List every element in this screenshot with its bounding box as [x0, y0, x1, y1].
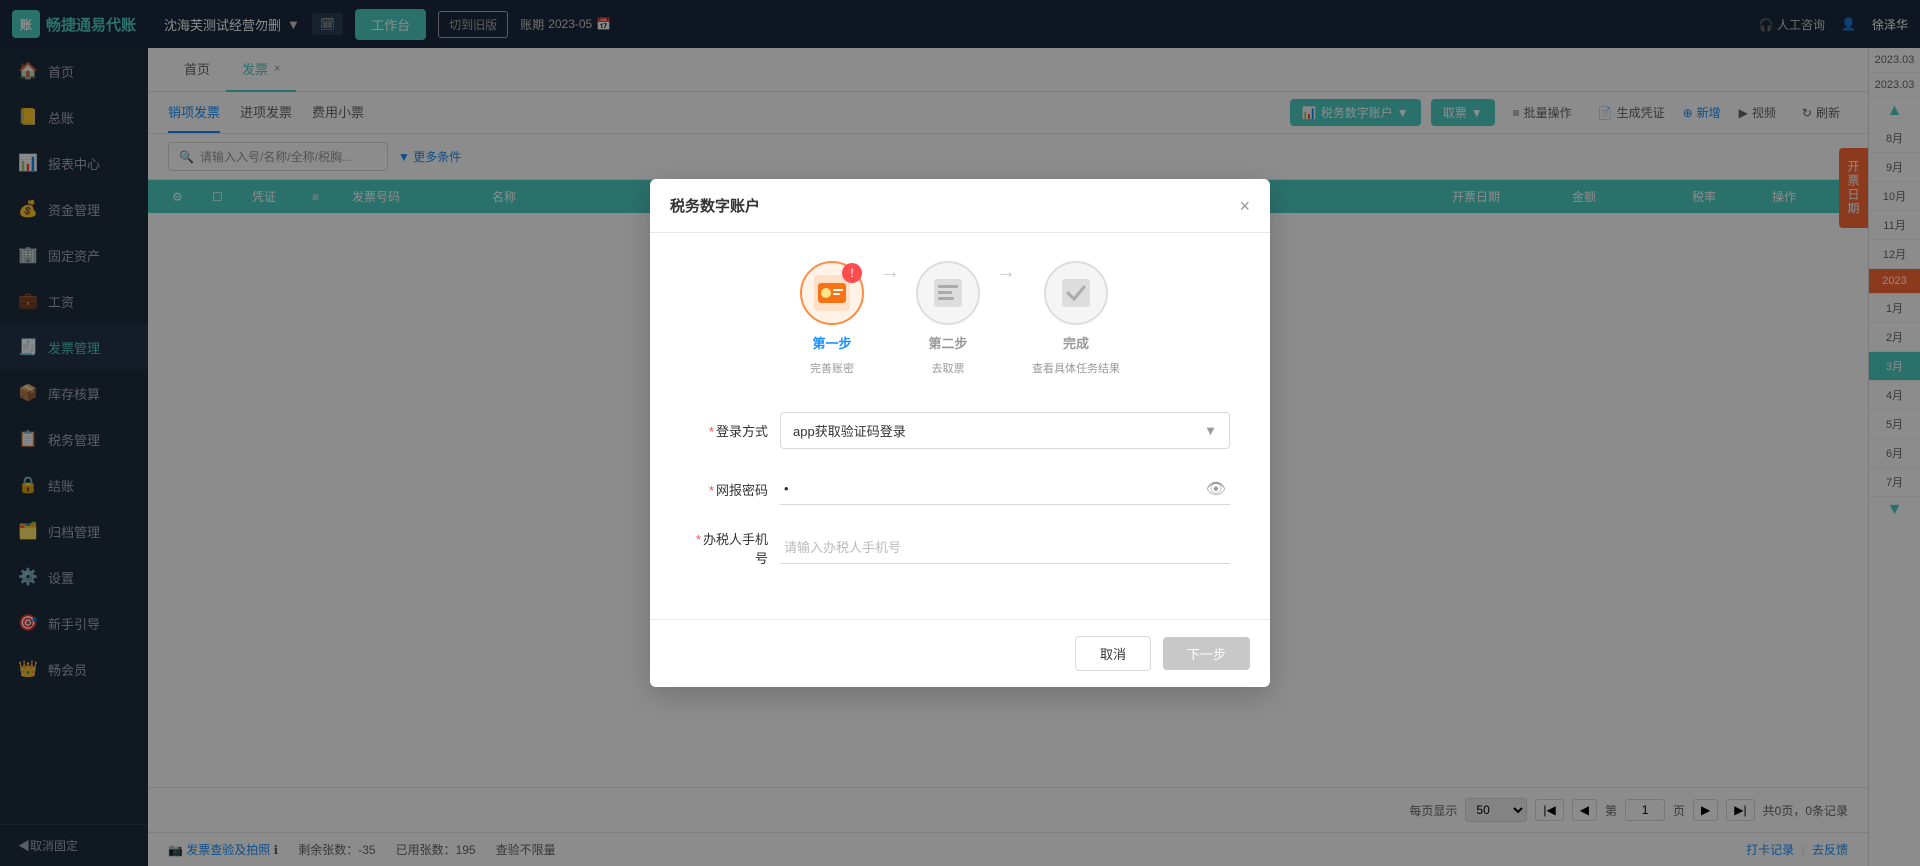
login-method-control: app获取验证码登录 ▼: [780, 412, 1230, 449]
dialog-footer: 取消 下一步: [650, 619, 1270, 687]
step-1-desc: 完善账密: [810, 360, 854, 376]
step-2-desc: 去取票: [932, 360, 965, 376]
next-button[interactable]: 下一步: [1163, 637, 1250, 670]
dialog-overlay: 税务数字账户 × !: [0, 0, 1920, 866]
password-input[interactable]: [780, 473, 1202, 504]
step-arrow-1: →: [864, 261, 916, 324]
step-3-desc: 查看具体任务结果: [1032, 360, 1120, 376]
step-1-label: 第一步: [812, 333, 851, 352]
phone-control: [780, 532, 1230, 564]
step-1-icon-wrap: !: [800, 261, 864, 325]
step-2-label: 第二步: [928, 333, 967, 352]
password-control: 👁: [780, 473, 1230, 505]
dialog-title: 税务数字账户: [670, 195, 760, 216]
step-2-icon: [930, 275, 966, 311]
step-2: 第二步 去取票: [916, 261, 980, 376]
step-1: ! 第一步 完善账密: [800, 261, 864, 376]
step-2-icon-wrap: [916, 261, 980, 325]
password-toggle-icon[interactable]: 👁: [1202, 475, 1230, 503]
step-arrow-2: →: [980, 261, 1032, 324]
login-method-select[interactable]: app获取验证码登录 ▼: [780, 412, 1230, 449]
phone-input[interactable]: [780, 532, 1230, 564]
dialog-header: 税务数字账户 ×: [650, 179, 1270, 233]
password-field: 👁: [780, 473, 1230, 505]
dialog-body: ! 第一步 完善账密 → 第: [650, 233, 1270, 619]
login-method-label: 登录方式: [690, 421, 780, 440]
dialog-close-btn[interactable]: ×: [1239, 197, 1250, 215]
tax-digital-dialog: 税务数字账户 × !: [650, 179, 1270, 687]
step-3-icon: [1058, 275, 1094, 311]
select-arrow-icon: ▼: [1204, 423, 1217, 438]
login-method-value: app获取验证码登录: [793, 421, 906, 440]
password-label: 网报密码: [690, 480, 780, 499]
form-row-password: 网报密码 👁: [690, 473, 1230, 505]
form-row-phone: 办税人手机号: [690, 529, 1230, 567]
form-row-login-method: 登录方式 app获取验证码登录 ▼: [690, 412, 1230, 449]
steps-container: ! 第一步 完善账密 → 第: [690, 261, 1230, 376]
step-3-icon-wrap: [1044, 261, 1108, 325]
step-3-label: 完成: [1063, 333, 1089, 352]
cancel-button[interactable]: 取消: [1075, 636, 1151, 671]
phone-label: 办税人手机号: [690, 529, 780, 567]
step-3: 完成 查看具体任务结果: [1032, 261, 1120, 376]
step-1-badge: !: [842, 263, 862, 283]
